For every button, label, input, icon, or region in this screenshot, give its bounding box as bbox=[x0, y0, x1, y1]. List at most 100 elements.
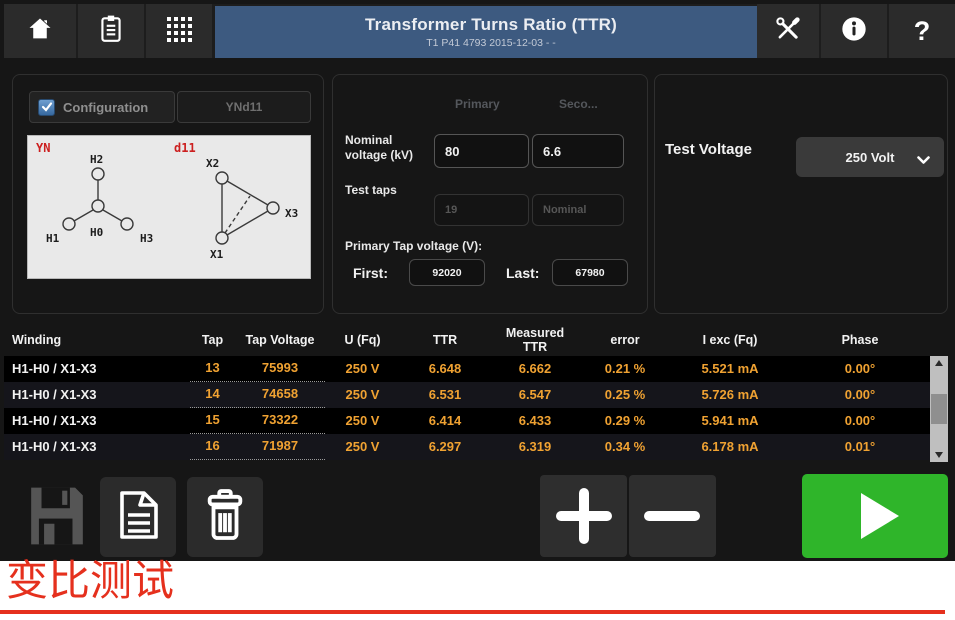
test-voltage-label: Test Voltage bbox=[665, 141, 752, 158]
remove-row-button[interactable] bbox=[629, 475, 716, 557]
configuration-label: Configuration bbox=[63, 100, 148, 115]
add-row-button[interactable] bbox=[540, 475, 627, 557]
winding-cell: H1-H0 / X1-X3 bbox=[4, 414, 190, 429]
table-row[interactable]: H1-H0 / X1-X3 1474658 250 V 6.531 6.547 … bbox=[4, 382, 930, 408]
last-label: Last: bbox=[506, 265, 539, 281]
grid-icon bbox=[164, 14, 194, 49]
terminal-x2-label: X2 bbox=[206, 157, 219, 170]
primary-vector-label: YN bbox=[36, 141, 50, 155]
column-header: Winding bbox=[4, 333, 190, 347]
tap-voltage-cell: 74658 bbox=[235, 387, 325, 402]
error-cell: 0.25 % bbox=[580, 388, 670, 403]
column-header: TTR bbox=[400, 333, 490, 347]
tools-icon bbox=[774, 15, 802, 48]
save-button[interactable] bbox=[22, 479, 92, 557]
table-header-row: Winding Tap Tap Voltage U (Fq) TTR Measu… bbox=[4, 324, 930, 356]
winding-diagram: YN d11 H2 H1 H0 H3 bbox=[27, 135, 311, 279]
configuration-checkbox-group[interactable]: Configuration bbox=[29, 91, 175, 123]
terminal-x1-label: X1 bbox=[210, 248, 224, 261]
home-button[interactable] bbox=[4, 4, 76, 58]
tap-voltage-cell: 75993 bbox=[235, 361, 325, 376]
tap-voltage-cell: 71987 bbox=[235, 439, 325, 454]
winding-cell: H1-H0 / X1-X3 bbox=[4, 362, 190, 377]
error-cell: 0.34 % bbox=[580, 440, 670, 455]
test-voltage-panel: Test Voltage 250 Volt bbox=[654, 74, 948, 314]
page-title: Transformer Turns Ratio (TTR) bbox=[365, 15, 617, 35]
nominal-secondary-input[interactable]: 6.6 bbox=[532, 134, 624, 168]
terminal-x3-label: X3 bbox=[285, 207, 298, 220]
column-header: Measured TTR bbox=[490, 326, 580, 354]
nominal-primary-input[interactable]: 80 bbox=[434, 134, 529, 168]
tap-voltage-cell: 73322 bbox=[235, 413, 325, 428]
document-page: Transformer Turns Ratio (TTR) T1 P41 479… bbox=[0, 0, 955, 620]
table-row[interactable]: H1-H0 / X1-X3 1671987 250 V 6.297 6.319 … bbox=[4, 434, 930, 460]
iexc-cell: 5.726 mA bbox=[670, 388, 790, 403]
figure-caption: 变比测试 bbox=[6, 560, 174, 604]
tap-cell: 15 bbox=[190, 413, 235, 428]
page-subtitle: T1 P41 4793 2015-12-03 - - bbox=[426, 37, 556, 49]
column-header: U (Fq) bbox=[325, 333, 400, 347]
caption-divider bbox=[0, 610, 945, 614]
terminal-h1-label: H1 bbox=[46, 232, 60, 245]
measured-ttr-cell: 6.319 bbox=[490, 440, 580, 455]
settings-button[interactable] bbox=[757, 4, 819, 58]
iexc-cell: 6.178 mA bbox=[670, 440, 790, 455]
primary-tap-voltage-label: Primary Tap voltage (V): bbox=[345, 239, 482, 254]
voltage-panel: Primary Seco... Nominal voltage (kV) 80 … bbox=[332, 74, 648, 314]
title-block: Transformer Turns Ratio (TTR) T1 P41 479… bbox=[215, 6, 767, 58]
configuration-checkbox[interactable] bbox=[38, 99, 55, 116]
apps-menu-button[interactable] bbox=[146, 4, 212, 58]
trash-icon bbox=[202, 486, 248, 549]
u-fq-cell: 250 V bbox=[325, 388, 400, 403]
vector-group-field[interactable]: YNd11 bbox=[177, 91, 311, 123]
test-voltage-dropdown[interactable]: 250 Volt bbox=[796, 137, 944, 177]
document-icon bbox=[114, 486, 162, 549]
winding-cell: H1-H0 / X1-X3 bbox=[4, 440, 190, 455]
u-fq-cell: 250 V bbox=[325, 440, 400, 455]
table-scrollbar[interactable] bbox=[930, 356, 948, 462]
ttr-cell: 6.648 bbox=[400, 362, 490, 377]
info-button[interactable] bbox=[821, 4, 887, 58]
iexc-cell: 5.521 mA bbox=[670, 362, 790, 377]
tap-cell: 14 bbox=[190, 387, 235, 402]
first-tap-voltage-input[interactable]: 92020 bbox=[409, 259, 485, 286]
column-header: error bbox=[580, 333, 670, 347]
test-taps-primary-input[interactable]: 19 bbox=[434, 194, 529, 226]
ttr-cell: 6.414 bbox=[400, 414, 490, 429]
terminal-h0-label: H0 bbox=[90, 226, 103, 239]
ttr-cell: 6.531 bbox=[400, 388, 490, 403]
table-row[interactable]: H1-H0 / X1-X3 1375993 250 V 6.648 6.662 … bbox=[4, 356, 930, 382]
help-button[interactable]: ? bbox=[889, 4, 955, 58]
scrollbar-thumb[interactable] bbox=[931, 394, 947, 424]
home-icon bbox=[25, 15, 55, 48]
iexc-cell: 5.941 mA bbox=[670, 414, 790, 429]
info-icon bbox=[840, 15, 868, 48]
tap-cell: 13 bbox=[190, 361, 235, 376]
table-row[interactable]: H1-H0 / X1-X3 1573322 250 V 6.414 6.433 … bbox=[4, 408, 930, 434]
report-button[interactable] bbox=[100, 477, 176, 557]
help-icon: ? bbox=[914, 16, 931, 47]
terminal-h2-label: H2 bbox=[90, 153, 103, 166]
column-header: Tap Voltage bbox=[235, 333, 325, 347]
nominal-voltage-label: Nominal voltage (kV) bbox=[345, 133, 431, 163]
winding-cell: H1-H0 / X1-X3 bbox=[4, 388, 190, 403]
results-button[interactable] bbox=[78, 4, 144, 58]
phase-cell: 0.00° bbox=[790, 414, 930, 429]
last-tap-voltage-input[interactable]: 67980 bbox=[552, 259, 628, 286]
scroll-down-icon[interactable] bbox=[935, 452, 943, 458]
column-header: I exc (Fq) bbox=[670, 333, 790, 347]
chevron-down-icon bbox=[917, 152, 930, 170]
test-voltage-value: 250 Volt bbox=[846, 150, 895, 165]
tap-cell: 16 bbox=[190, 439, 235, 454]
u-fq-cell: 250 V bbox=[325, 414, 400, 429]
u-fq-cell: 250 V bbox=[325, 362, 400, 377]
phase-cell: 0.00° bbox=[790, 388, 930, 403]
test-taps-secondary-input[interactable]: Nominal bbox=[532, 194, 624, 226]
column-header: Phase bbox=[790, 333, 930, 347]
delete-button[interactable] bbox=[187, 477, 263, 557]
scroll-up-icon[interactable] bbox=[935, 360, 943, 366]
start-test-button[interactable] bbox=[802, 474, 948, 558]
error-cell: 0.21 % bbox=[580, 362, 670, 377]
secondary-column-label: Seco... bbox=[559, 97, 598, 111]
primary-column-label: Primary bbox=[455, 97, 500, 111]
